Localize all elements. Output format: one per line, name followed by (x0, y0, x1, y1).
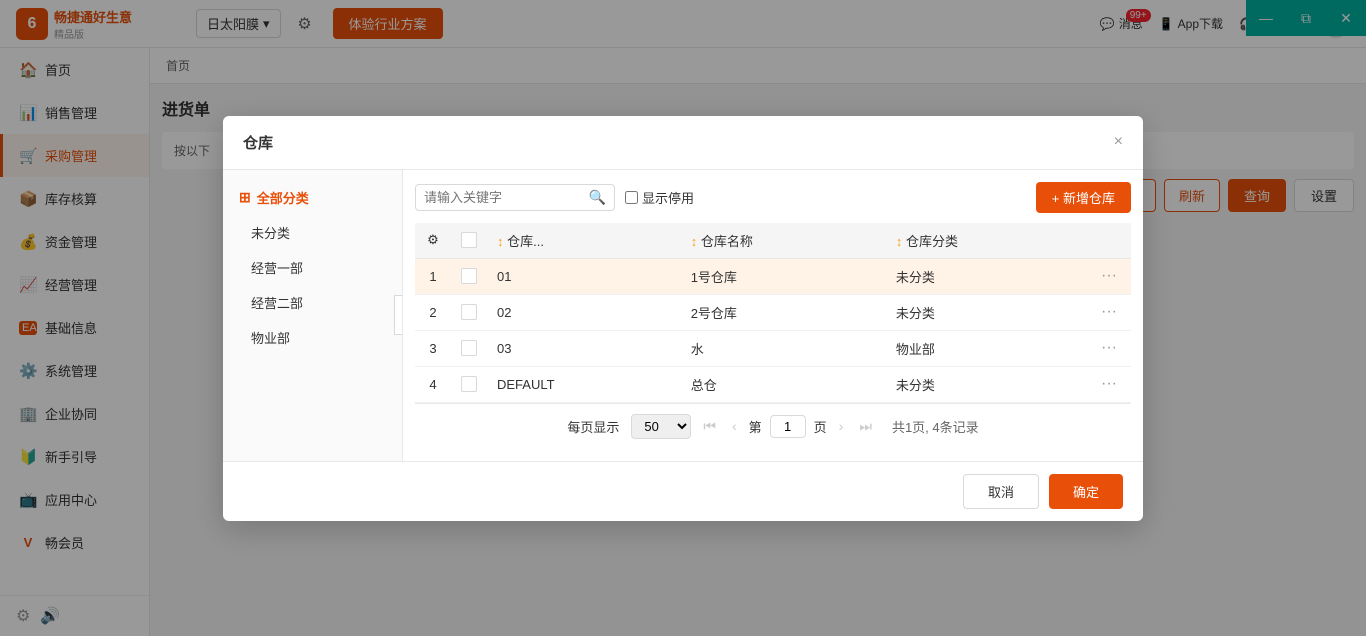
page-label: 第 (749, 417, 762, 436)
row-checkbox-3[interactable] (451, 366, 487, 402)
category-item-3[interactable]: 物业部 (223, 320, 402, 355)
sort-name-icon[interactable]: ↕ (691, 234, 698, 249)
row-code-1: 02 (487, 294, 681, 330)
table-row[interactable]: 2 02 2号仓库 未分类 ··· (415, 294, 1131, 330)
th-category: ↕ 仓库分类 (886, 223, 1091, 259)
th-name: ↕ 仓库名称 (681, 223, 886, 259)
table-row[interactable]: 4 DEFAULT 总仓 未分类 ··· (415, 366, 1131, 402)
last-page-button[interactable]: ⏭ (855, 416, 876, 437)
pagination-bar: 每页显示 50 100 200 ⏮ ‹ 第 页 › ⏭ 共1页, 4条记录 (415, 403, 1131, 449)
first-page-button[interactable]: ⏮ (699, 416, 720, 437)
more-icon: ··· (1101, 267, 1117, 284)
search-input-wrap: 🔍 (415, 184, 615, 211)
modal-overlay: 仓库 × ⊞ 全部分类 未分类 经营一部 经营二部 (0, 0, 1366, 636)
row-num: 4 (415, 366, 451, 402)
row-category-3: 未分类 (886, 366, 1091, 402)
grid-icon: ⊞ (239, 189, 251, 206)
row-more-1[interactable]: ··· (1091, 294, 1131, 330)
row-checkbox-0[interactable] (451, 258, 487, 294)
row-more-3[interactable]: ··· (1091, 366, 1131, 402)
page-number-input[interactable] (770, 415, 806, 438)
th-code: ↕ 仓库... (487, 223, 681, 259)
table-row[interactable]: 1 01 1号仓库 未分类 ··· (415, 258, 1131, 294)
more-icon: ··· (1101, 303, 1117, 320)
total-info: 共1页, 4条记录 (892, 417, 979, 436)
row-name-0: 1号仓库 (681, 258, 886, 294)
row-num: 2 (415, 294, 451, 330)
row-name-1: 2号仓库 (681, 294, 886, 330)
page-unit: 页 (814, 417, 827, 436)
row-num: 3 (415, 330, 451, 366)
th-checkbox (451, 223, 487, 259)
search-input[interactable] (424, 190, 589, 205)
next-page-button[interactable]: › (835, 416, 848, 436)
category-item-1[interactable]: 经营一部 (223, 250, 402, 285)
dialog-title: 仓库 (243, 132, 273, 153)
all-categories-item[interactable]: ⊞ 全部分类 (223, 180, 402, 215)
row-code-0: 01 (487, 258, 681, 294)
show-disabled-label[interactable]: 显示停用 (625, 188, 694, 207)
more-icon: ··· (1101, 375, 1117, 392)
sidebar-collapse-button[interactable]: 《 (394, 295, 403, 335)
row-more-0[interactable]: ··· (1091, 258, 1131, 294)
search-icon[interactable]: 🔍 (589, 189, 606, 206)
dialog-category-sidebar: ⊞ 全部分类 未分类 经营一部 经营二部 物业部 《 (223, 170, 403, 461)
category-item-2[interactable]: 经营二部 (223, 285, 402, 320)
show-disabled-checkbox[interactable] (625, 191, 638, 204)
warehouse-dialog: 仓库 × ⊞ 全部分类 未分类 经营一部 经营二部 (223, 116, 1143, 521)
table-row[interactable]: 3 03 水 物业部 ··· (415, 330, 1131, 366)
row-name-2: 水 (681, 330, 886, 366)
prev-page-button[interactable]: ‹ (728, 416, 741, 436)
confirm-button[interactable]: 确定 (1049, 474, 1123, 509)
category-item-0[interactable]: 未分类 (223, 215, 402, 250)
more-icon: ··· (1101, 339, 1117, 356)
sort-code-icon[interactable]: ↕ (497, 234, 504, 249)
row-category-2: 物业部 (886, 330, 1091, 366)
warehouse-table: ⚙ ↕ 仓库... ↕ (415, 223, 1131, 403)
add-warehouse-button[interactable]: + 新增仓库 (1036, 182, 1131, 213)
table-header: ⚙ ↕ 仓库... ↕ (415, 223, 1131, 259)
dialog-toolbar: 🔍 显示停用 + 新增仓库 (415, 182, 1131, 213)
row-more-2[interactable]: ··· (1091, 330, 1131, 366)
row-code-2: 03 (487, 330, 681, 366)
dialog-main-panel: 🔍 显示停用 + 新增仓库 ⚙ (403, 170, 1143, 461)
select-all-checkbox[interactable] (461, 232, 477, 248)
sort-category-icon[interactable]: ↕ (896, 234, 903, 249)
th-settings: ⚙ (415, 223, 451, 259)
dialog-header: 仓库 × (223, 116, 1143, 170)
th-actions (1091, 223, 1131, 259)
row-category-0: 未分类 (886, 258, 1091, 294)
cancel-button[interactable]: 取消 (963, 474, 1039, 509)
dialog-body: ⊞ 全部分类 未分类 经营一部 经营二部 物业部 《 (223, 170, 1143, 461)
row-name-3: 总仓 (681, 366, 886, 402)
row-category-1: 未分类 (886, 294, 1091, 330)
dialog-close-button[interactable]: × (1114, 134, 1123, 150)
table-container: ⚙ ↕ 仓库... ↕ (415, 223, 1131, 403)
row-code-3: DEFAULT (487, 366, 681, 402)
row-num: 1 (415, 258, 451, 294)
table-body: 1 01 1号仓库 未分类 ··· 2 02 2 (415, 258, 1131, 402)
row-checkbox-2[interactable] (451, 330, 487, 366)
page-size-select[interactable]: 50 100 200 (631, 414, 691, 439)
dialog-actions: 取消 确定 (223, 461, 1143, 521)
row-checkbox-1[interactable] (451, 294, 487, 330)
